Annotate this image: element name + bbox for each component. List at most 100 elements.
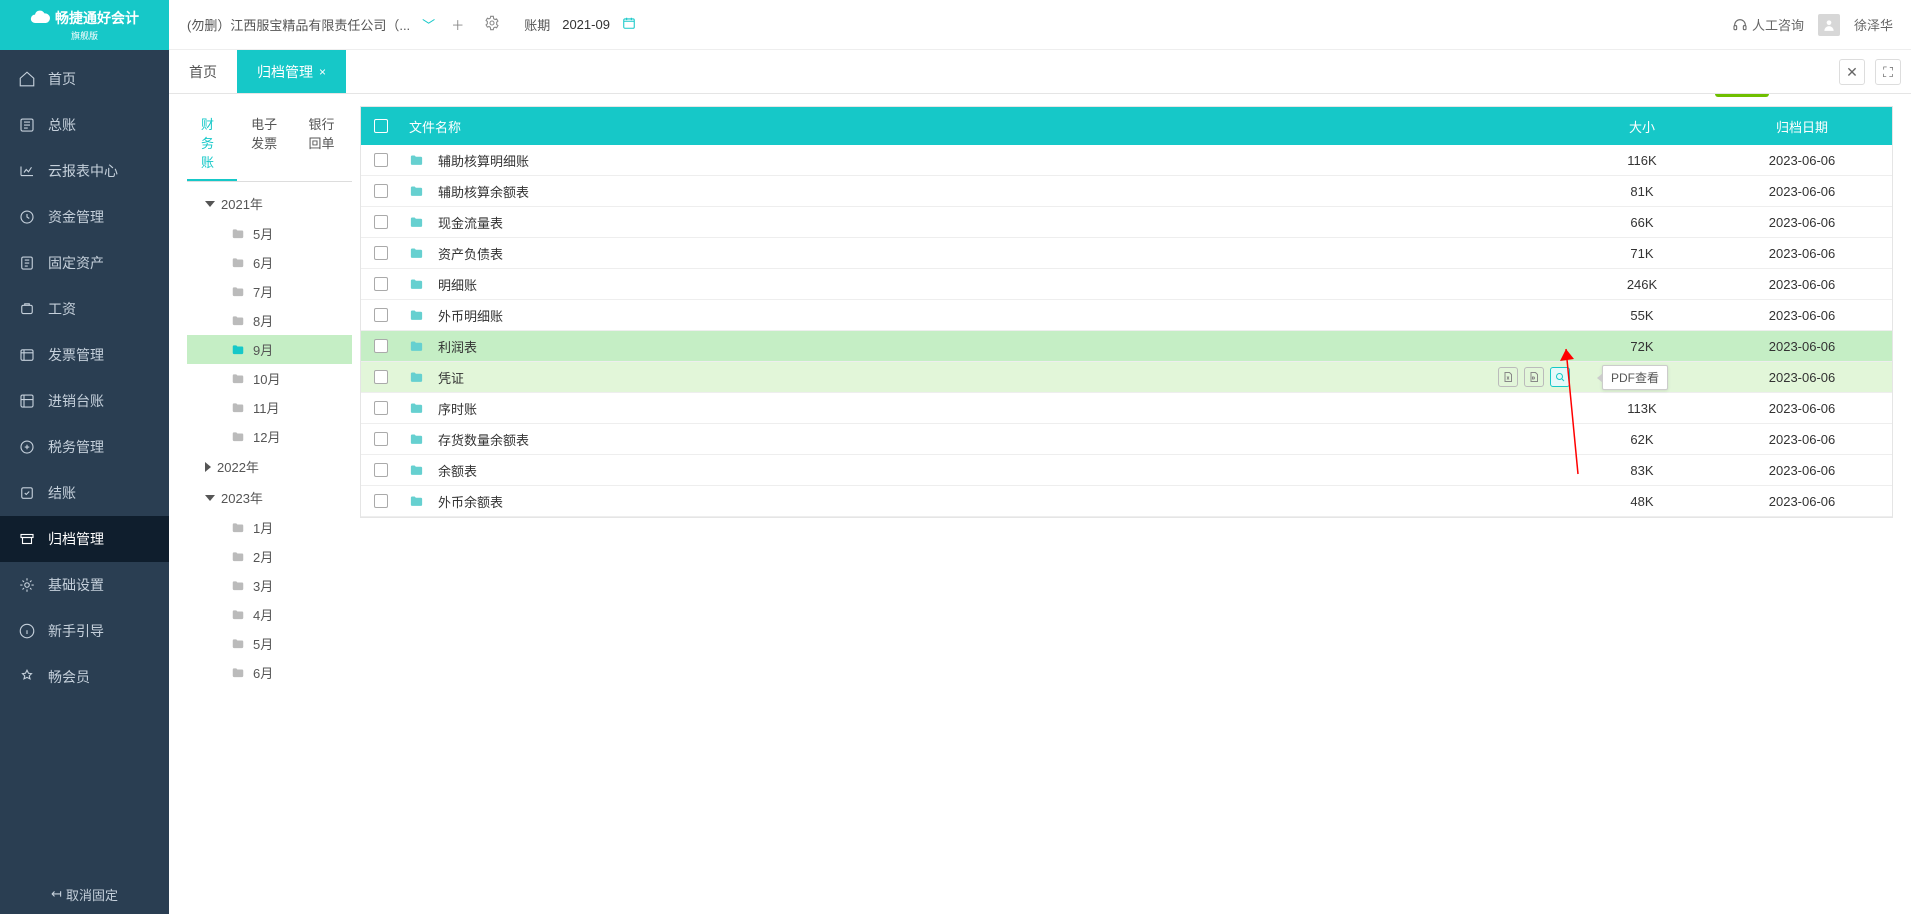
row-checkbox[interactable] bbox=[374, 339, 388, 353]
headset-icon bbox=[1732, 17, 1748, 33]
sidebar-item-11[interactable]: 基础设置 bbox=[0, 562, 169, 608]
nav-label: 工资 bbox=[48, 299, 76, 319]
tree-month[interactable]: 4月 bbox=[187, 600, 352, 629]
avatar[interactable] bbox=[1818, 14, 1840, 36]
table-row[interactable]: 外币明细账55K2023-06-06 bbox=[361, 300, 1892, 331]
select-all-checkbox[interactable] bbox=[374, 119, 388, 133]
sub-tab-2[interactable]: 银行回单 bbox=[295, 106, 352, 181]
tree-month[interactable]: 3月 bbox=[187, 571, 352, 600]
tree-month[interactable]: 8月 bbox=[187, 306, 352, 335]
chevron-down-icon[interactable]: ﹀ bbox=[422, 15, 435, 34]
tree-month[interactable]: 2月 bbox=[187, 542, 352, 571]
row-checkbox[interactable] bbox=[374, 153, 388, 167]
table-row[interactable]: 辅助核算明细账116K2023-06-06 bbox=[361, 145, 1892, 176]
row-checkbox[interactable] bbox=[374, 277, 388, 291]
row-checkbox[interactable] bbox=[374, 432, 388, 446]
tree-year[interactable]: 2023年 bbox=[187, 482, 352, 513]
table-row[interactable]: 存货数量余额表62K2023-06-06 bbox=[361, 424, 1892, 455]
close-all-tabs[interactable]: ✕ bbox=[1839, 59, 1865, 85]
row-checkbox[interactable] bbox=[374, 246, 388, 260]
file-size: 116K bbox=[1572, 153, 1712, 168]
nav-list: 首页总账云报表中心资金管理固定资产工资发票管理进销台账税务管理结账归档管理基础设… bbox=[0, 50, 169, 874]
tree-month[interactable]: 6月 bbox=[187, 248, 352, 277]
file-size: 62K bbox=[1572, 432, 1712, 447]
nav-label: 结账 bbox=[48, 483, 76, 503]
tree-month[interactable]: 7月 bbox=[187, 277, 352, 306]
sidebar-item-3[interactable]: 资金管理 bbox=[0, 194, 169, 240]
download-pdf-icon[interactable] bbox=[1524, 367, 1544, 387]
chevron-right-icon bbox=[205, 462, 211, 472]
nav-icon bbox=[18, 162, 36, 180]
nav-icon bbox=[18, 438, 36, 456]
support-link[interactable]: 人工咨询 bbox=[1732, 15, 1804, 34]
row-checkbox[interactable] bbox=[374, 370, 388, 384]
row-checkbox[interactable] bbox=[374, 184, 388, 198]
row-checkbox[interactable] bbox=[374, 463, 388, 477]
sub-tab-1[interactable]: 电子发票 bbox=[237, 106, 294, 181]
tab-0[interactable]: 首页 bbox=[169, 50, 237, 93]
company-selector[interactable]: (勿删）江西服宝精品有限责任公司（... bbox=[187, 15, 410, 34]
file-name: 存货数量余额表 bbox=[438, 430, 529, 449]
sidebar-item-4[interactable]: 固定资产 bbox=[0, 240, 169, 286]
table-row[interactable]: 明细账246K2023-06-06 bbox=[361, 269, 1892, 300]
tree-month[interactable]: 5月 bbox=[187, 629, 352, 658]
preview-pdf-icon[interactable] bbox=[1550, 367, 1570, 387]
sidebar-item-9[interactable]: 结账 bbox=[0, 470, 169, 516]
file-date: 2023-06-06 bbox=[1712, 215, 1892, 230]
folder-icon bbox=[231, 227, 245, 241]
tree-month[interactable]: 9月 bbox=[187, 335, 352, 364]
file-date: 2023-06-06 bbox=[1712, 184, 1892, 199]
nav-label: 首页 bbox=[48, 69, 76, 89]
plus-icon[interactable]: ＋ bbox=[447, 11, 468, 38]
tree-year[interactable]: 2021年 bbox=[187, 188, 352, 219]
sidebar-item-7[interactable]: 进销台账 bbox=[0, 378, 169, 424]
file-name: 辅助核算明细账 bbox=[438, 151, 529, 170]
archive-button[interactable]: 归档 bbox=[1715, 94, 1769, 97]
username[interactable]: 徐泽华 bbox=[1854, 15, 1893, 34]
period-value[interactable]: 2021-09 bbox=[562, 17, 610, 32]
table-row[interactable]: 现金流量表66K2023-06-06 bbox=[361, 207, 1892, 238]
sidebar-item-8[interactable]: 税务管理 bbox=[0, 424, 169, 470]
tree-month[interactable]: 12月 bbox=[187, 422, 352, 451]
download-xls-icon[interactable] bbox=[1498, 367, 1518, 387]
table-row[interactable]: 资产负债表71K2023-06-06 bbox=[361, 238, 1892, 269]
folder-icon bbox=[409, 184, 424, 199]
tree-month[interactable]: 11月 bbox=[187, 393, 352, 422]
tree-month[interactable]: 6月 bbox=[187, 658, 352, 687]
content-area: 财务账电子发票银行回单 2021年5月6月7月8月9月10月11月12月2022… bbox=[169, 94, 1911, 914]
file-table: 文件名称 大小 归档日期 辅助核算明细账116K2023-06-06辅助核算余额… bbox=[360, 106, 1893, 518]
table-row[interactable]: 余额表83K2023-06-06 bbox=[361, 455, 1892, 486]
tab-close-icon[interactable]: × bbox=[319, 65, 326, 79]
fullscreen-button[interactable]: ⛶ bbox=[1875, 59, 1901, 85]
table-row[interactable]: 外币余额表48K2023-06-06 bbox=[361, 486, 1892, 517]
sidebar-item-6[interactable]: 发票管理 bbox=[0, 332, 169, 378]
table-row[interactable]: 辅助核算余额表81K2023-06-06 bbox=[361, 176, 1892, 207]
folder-icon bbox=[231, 401, 245, 415]
sub-tab-0[interactable]: 财务账 bbox=[187, 106, 237, 181]
tree-month[interactable]: 10月 bbox=[187, 364, 352, 393]
table-row[interactable]: 凭证53K2023-06-06PDF查看 bbox=[361, 362, 1892, 393]
sidebar-item-1[interactable]: 总账 bbox=[0, 102, 169, 148]
row-checkbox[interactable] bbox=[374, 215, 388, 229]
row-checkbox[interactable] bbox=[374, 308, 388, 322]
calendar-icon[interactable] bbox=[622, 16, 636, 33]
tree-month[interactable]: 5月 bbox=[187, 219, 352, 248]
folder-icon bbox=[409, 246, 424, 261]
folder-icon bbox=[231, 343, 245, 357]
tree-year[interactable]: 2022年 bbox=[187, 451, 352, 482]
file-size: 48K bbox=[1572, 494, 1712, 509]
sidebar-item-5[interactable]: 工资 bbox=[0, 286, 169, 332]
row-checkbox[interactable] bbox=[374, 494, 388, 508]
sidebar-item-2[interactable]: 云报表中心 bbox=[0, 148, 169, 194]
sidebar-item-0[interactable]: 首页 bbox=[0, 56, 169, 102]
sidebar-item-12[interactable]: 新手引导 bbox=[0, 608, 169, 654]
sidebar-item-13[interactable]: 畅会员 bbox=[0, 654, 169, 700]
table-row[interactable]: 利润表72K2023-06-06 bbox=[361, 331, 1892, 362]
tree-month[interactable]: 1月 bbox=[187, 513, 352, 542]
tab-1[interactable]: 归档管理× bbox=[237, 50, 346, 93]
row-checkbox[interactable] bbox=[374, 401, 388, 415]
unpin-button[interactable]: ↤ 取消固定 bbox=[0, 874, 169, 914]
gear-icon[interactable] bbox=[480, 11, 504, 38]
sidebar-item-10[interactable]: 归档管理 bbox=[0, 516, 169, 562]
table-row[interactable]: 序时账113K2023-06-06 bbox=[361, 393, 1892, 424]
